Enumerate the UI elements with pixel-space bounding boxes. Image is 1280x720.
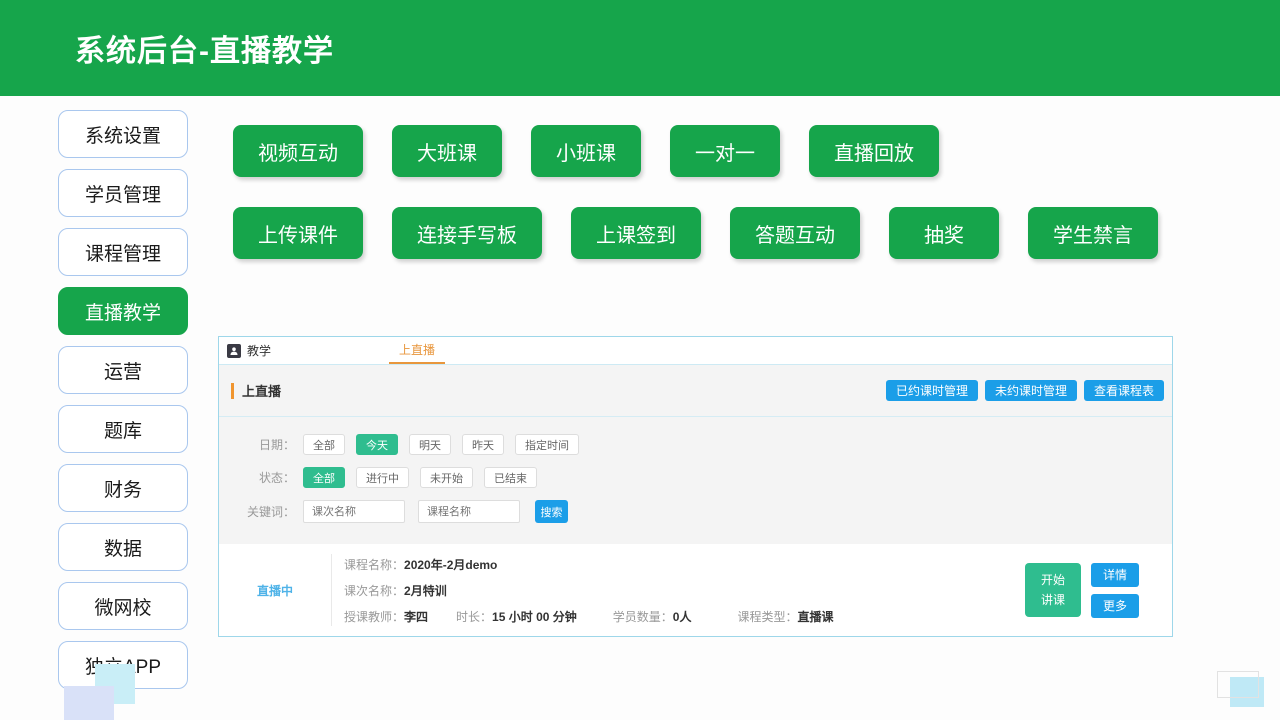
filter-row-status: 状态： 全部 进行中 未开始 已结束 <box>233 467 1172 488</box>
teaching-app-icon <box>227 344 241 358</box>
sidebar-item-label: 运营 <box>104 357 142 384</box>
date-filter-label: 日期： <box>233 436 295 453</box>
status-chip-ongoing[interactable]: 进行中 <box>356 467 409 488</box>
students-label: 学员数量： <box>613 608 673 625</box>
booked-lessons-button[interactable]: 已约课时管理 <box>886 380 978 401</box>
sidebar-item-label: 学员管理 <box>85 180 161 207</box>
unbooked-lessons-button[interactable]: 未约课时管理 <box>985 380 1077 401</box>
sidebar-item-finance[interactable]: 财务 <box>58 464 188 512</box>
date-chip-all[interactable]: 全部 <box>303 434 345 455</box>
feature-live-playback[interactable]: 直播回放 <box>809 125 939 177</box>
date-chip-yesterday[interactable]: 昨天 <box>462 434 504 455</box>
course-type-value: 直播课 <box>797 608 833 625</box>
feature-row-1: 视频互动 大班课 小班课 一对一 直播回放 <box>233 125 968 177</box>
feature-upload-courseware[interactable]: 上传课件 <box>233 207 363 259</box>
start-teaching-button[interactable]: 开始讲课 <box>1025 563 1081 617</box>
lesson-name-label: 课次名称： <box>344 582 404 599</box>
date-chip-today[interactable]: 今天 <box>356 434 398 455</box>
duration-value: 15 小时 00 分钟 <box>492 608 577 625</box>
sidebar-item-system-settings[interactable]: 系统设置 <box>58 110 188 158</box>
search-button[interactable]: 搜索 <box>535 500 568 523</box>
sidebar-item-label: 课程管理 <box>85 239 161 266</box>
view-schedule-button[interactable]: 查看课程表 <box>1084 380 1164 401</box>
sidebar-item-student-management[interactable]: 学员管理 <box>58 169 188 217</box>
keyword-filter-label: 关键词： <box>233 503 295 520</box>
teacher-label: 授课教师： <box>344 608 404 625</box>
sidebar-item-data[interactable]: 数据 <box>58 523 188 571</box>
feature-one-on-one[interactable]: 一对一 <box>670 125 780 177</box>
teacher-value: 李四 <box>404 608 428 625</box>
feature-connect-tablet[interactable]: 连接手写板 <box>392 207 542 259</box>
filter-row-date: 日期： 全部 今天 明天 昨天 指定时间 <box>233 434 1172 455</box>
live-session-row: 直播中 课程名称： 2020年-2月demo 课次名称： 2月特训 授课教师： … <box>219 544 1172 636</box>
feature-large-class[interactable]: 大班课 <box>392 125 502 177</box>
more-button[interactable]: 更多 <box>1091 594 1139 618</box>
app-identity: 教学 <box>227 337 271 364</box>
feature-small-class[interactable]: 小班课 <box>531 125 641 177</box>
filter-row-keyword: 关键词： 搜索 <box>233 500 1172 523</box>
feature-class-signin[interactable]: 上课签到 <box>571 207 701 259</box>
course-name-value: 2020年-2月demo <box>404 556 497 573</box>
secondary-actions: 详情 更多 <box>1091 563 1139 618</box>
status-chip-all[interactable]: 全部 <box>303 467 345 488</box>
status-chip-ended[interactable]: 已结束 <box>484 467 537 488</box>
section-accent-bar <box>231 383 234 399</box>
lesson-name-line: 课次名称： 2月特训 <box>344 582 1025 599</box>
panel-content: 上直播 已约课时管理 未约课时管理 查看课程表 日期： 全部 今天 明天 昨天 … <box>219 365 1172 636</box>
course-type-label: 课程类型： <box>737 608 797 625</box>
sidebar-item-live-teaching[interactable]: 直播教学 <box>58 287 188 335</box>
page-title: 系统后台-直播教学 <box>75 26 334 70</box>
course-name-input[interactable] <box>418 500 520 523</box>
live-admin-panel: 教学 上直播 上直播 已约课时管理 未约课时管理 查看课程表 日期： 全部 今天… <box>218 336 1173 637</box>
date-chip-custom[interactable]: 指定时间 <box>515 434 579 455</box>
section-title: 上直播 <box>242 381 281 400</box>
sidebar-item-label: 数据 <box>104 534 142 561</box>
duration-label: 时长： <box>456 608 492 625</box>
app-label: 教学 <box>247 342 271 359</box>
sidebar-item-micro-school[interactable]: 微网校 <box>58 582 188 630</box>
lesson-name-input[interactable] <box>303 500 405 523</box>
date-chip-tomorrow[interactable]: 明天 <box>409 434 451 455</box>
sidebar-item-label: 财务 <box>104 475 142 502</box>
sidebar-item-operations[interactable]: 运营 <box>58 346 188 394</box>
sidebar-item-label: 系统设置 <box>85 121 161 148</box>
students-value: 0人 <box>673 608 692 625</box>
filters: 日期： 全部 今天 明天 昨天 指定时间 状态： 全部 进行中 未开始 已结束 … <box>219 417 1172 544</box>
status-filter-label: 状态： <box>233 469 295 486</box>
decor-square-outline-right <box>1217 671 1259 698</box>
sidebar-item-course-management[interactable]: 课程管理 <box>58 228 188 276</box>
sidebar-item-label: 题库 <box>104 416 142 443</box>
feature-row-2: 上传课件 连接手写板 上课签到 答题互动 抽奖 学生禁言 <box>233 207 1187 259</box>
status-chip-not-started[interactable]: 未开始 <box>420 467 473 488</box>
sidebar-item-question-bank[interactable]: 题库 <box>58 405 188 453</box>
panel-tab-bar: 教学 上直播 <box>219 337 1172 365</box>
session-actions: 开始讲课 详情 更多 <box>1025 544 1172 636</box>
feature-quiz-interaction[interactable]: 答题互动 <box>730 207 860 259</box>
live-status-badge: 直播中 <box>219 544 331 636</box>
course-name-line: 课程名称： 2020年-2月demo <box>344 556 1025 573</box>
header-banner: 系统后台-直播教学 <box>0 0 1280 96</box>
feature-video-interaction[interactable]: 视频互动 <box>233 125 363 177</box>
decor-square-lavender-left <box>64 686 114 720</box>
feature-student-mute[interactable]: 学生禁言 <box>1028 207 1158 259</box>
detail-button[interactable]: 详情 <box>1091 563 1139 587</box>
section-header: 上直播 已约课时管理 未约课时管理 查看课程表 <box>219 365 1172 417</box>
session-details: 课程名称： 2020年-2月demo 课次名称： 2月特训 授课教师： 李四 时… <box>332 544 1025 636</box>
sidebar: 系统设置 学员管理 课程管理 直播教学 运营 题库 财务 数据 微网校 独立AP… <box>58 110 188 700</box>
session-meta-line: 授课教师： 李四 时长： 15 小时 00 分钟 学员数量： 0人 课程类型： … <box>344 608 1025 625</box>
sidebar-item-label: 直播教学 <box>85 298 161 325</box>
tab-go-live[interactable]: 上直播 <box>389 337 445 364</box>
feature-lottery[interactable]: 抽奖 <box>889 207 999 259</box>
sidebar-item-label: 微网校 <box>94 593 151 620</box>
course-name-label: 课程名称： <box>344 556 404 573</box>
lesson-name-value: 2月特训 <box>404 582 447 599</box>
